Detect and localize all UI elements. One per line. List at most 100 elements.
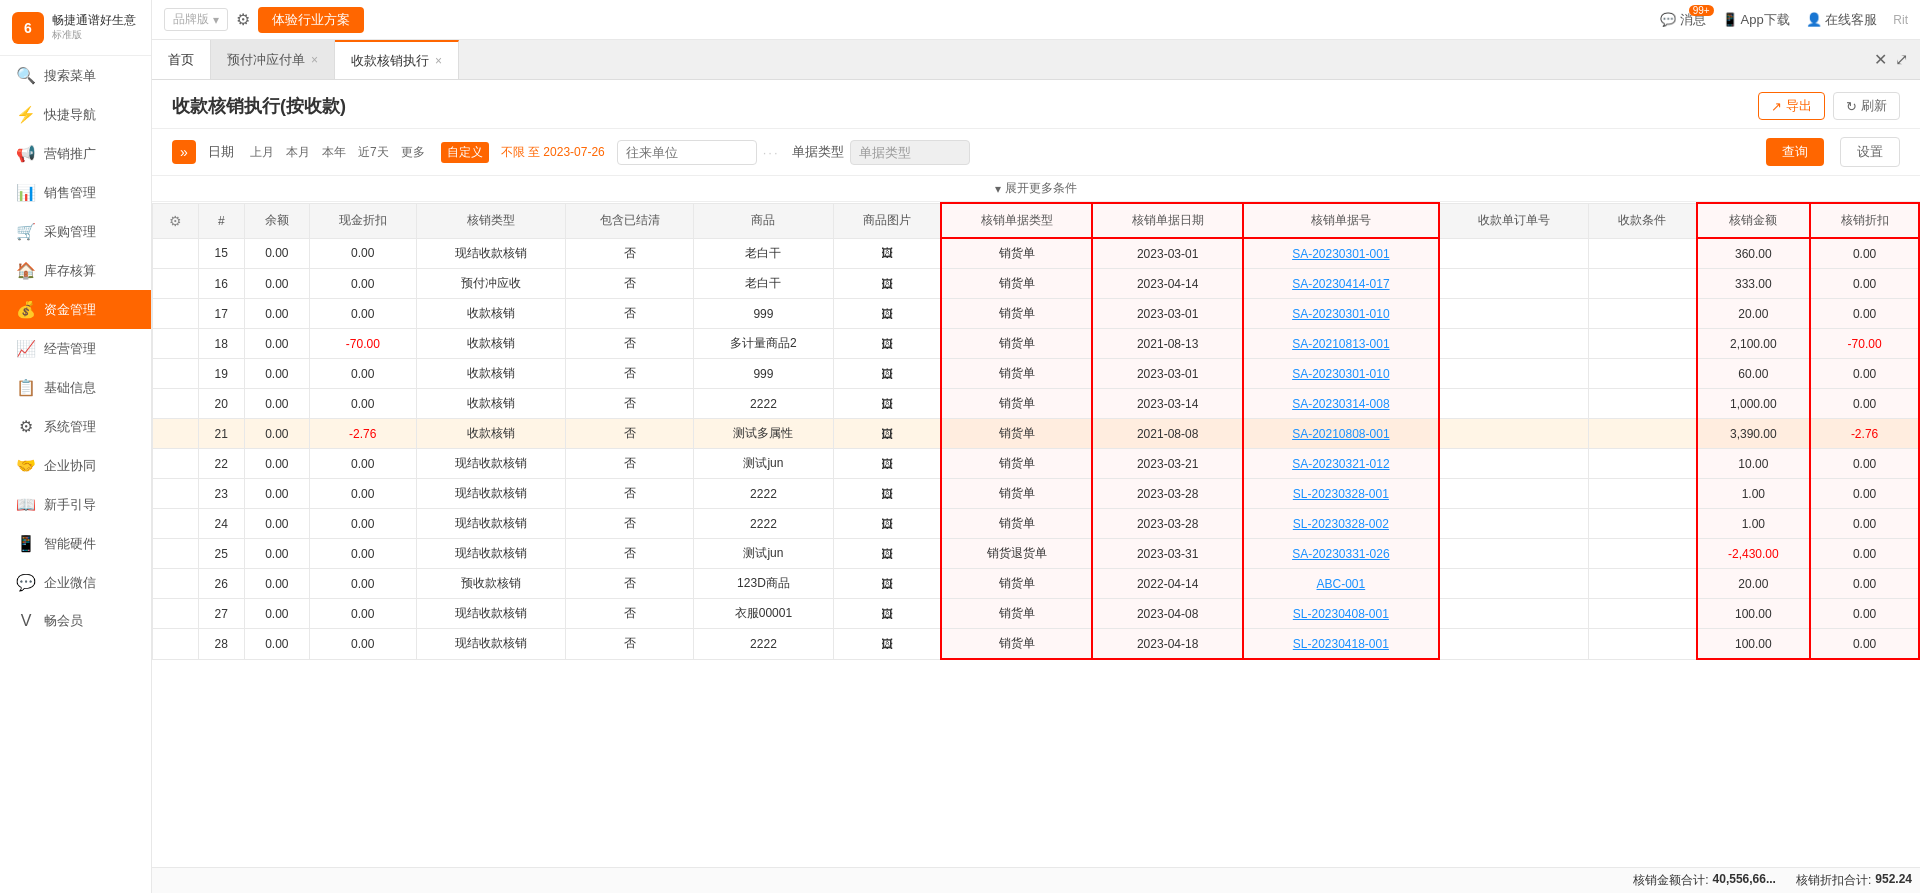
sidebar-item-智能硬件[interactable]: 📱智能硬件	[0, 524, 151, 563]
cell-writeoff-type: 现结收款核销	[416, 479, 565, 509]
cell-amount: 360.00	[1697, 238, 1811, 269]
filter-bar: » 日期 上月本月本年近7天更多 自定义 不限 至 2023-07-26 ···…	[152, 129, 1920, 176]
col-settings[interactable]: ⚙	[153, 203, 199, 238]
cell-discount: 0.00	[1810, 569, 1919, 599]
sidebar-item-营销推广[interactable]: 📢营销推广	[0, 134, 151, 173]
query-button[interactable]: 查询	[1766, 138, 1824, 166]
cell-product: 2222	[694, 479, 834, 509]
tab-prepay[interactable]: 预付冲应付单 ×	[211, 40, 335, 79]
cell-doc-no[interactable]: SL-20230328-001	[1243, 479, 1439, 509]
sidebar-item-库存核算[interactable]: 🏠库存核算	[0, 251, 151, 290]
tab-writeoff[interactable]: 收款核销执行 ×	[335, 40, 459, 79]
solution-button[interactable]: 体验行业方案	[258, 7, 364, 33]
cell-doc-no[interactable]: SA-20230321-012	[1243, 449, 1439, 479]
cell-payment-cond	[1589, 449, 1697, 479]
cell-doc-type: 销货单	[941, 329, 1092, 359]
doctype-select[interactable]: 单据类型	[850, 140, 970, 165]
cell-product: 999	[694, 359, 834, 389]
cell-balance: 0.00	[244, 299, 309, 329]
online-service-link[interactable]: 👤 在线客服	[1806, 11, 1878, 29]
sidebar-item-销售管理[interactable]: 📊销售管理	[0, 173, 151, 212]
cell-payment-cond	[1589, 389, 1697, 419]
cell-amount: 1.00	[1697, 509, 1811, 539]
sidebar-item-企业协同[interactable]: 🤝企业协同	[0, 446, 151, 485]
footer-discount-value: 952.24	[1875, 872, 1912, 889]
cell-discount: 0.00	[1810, 599, 1919, 629]
cell-payment-cond	[1589, 629, 1697, 660]
cell-doc-no[interactable]: ABC-001	[1243, 569, 1439, 599]
date-link-3[interactable]: 近7天	[354, 142, 393, 163]
sidebar-item-经营管理[interactable]: 📈经营管理	[0, 329, 151, 368]
expand-more-button[interactable]: ▾ 展开更多条件	[995, 180, 1077, 197]
cell-cash-discount: 0.00	[309, 359, 416, 389]
sidebar-label-3: 销售管理	[44, 184, 96, 202]
date-link-2[interactable]: 本年	[318, 142, 350, 163]
tab-close-prepay[interactable]: ×	[311, 53, 318, 67]
cell-payment-cond	[1589, 479, 1697, 509]
cell-doc-no[interactable]: SL-20230328-002	[1243, 509, 1439, 539]
tab-home[interactable]: 首页	[152, 40, 211, 79]
cell-id: 18	[198, 329, 244, 359]
cell-doc-no[interactable]: SA-20210813-001	[1243, 329, 1439, 359]
date-link-1[interactable]: 本月	[282, 142, 314, 163]
footer-amount-value: 40,556,66...	[1713, 872, 1776, 889]
cell-doc-no[interactable]: SA-20230414-017	[1243, 269, 1439, 299]
cell-doc-no[interactable]: SL-20230418-001	[1243, 629, 1439, 660]
cell-discount: 0.00	[1810, 299, 1919, 329]
topbar-settings-icon[interactable]: ⚙	[236, 10, 250, 29]
refresh-button[interactable]: ↻ 刷新	[1833, 92, 1900, 120]
cell-include-cleared: 否	[565, 299, 693, 329]
refresh-icon: ↻	[1846, 99, 1857, 114]
col-header-1: 现金折扣	[309, 203, 416, 238]
cell-balance: 0.00	[244, 569, 309, 599]
chevron-down-icon: ▾	[213, 13, 219, 27]
cell-doc-date: 2023-03-01	[1092, 359, 1243, 389]
col-header-8: 核销单据号	[1243, 203, 1439, 238]
cell-doc-no[interactable]: SA-20210808-001	[1243, 419, 1439, 449]
sidebar-item-搜索菜单[interactable]: 🔍搜索菜单	[0, 56, 151, 95]
sidebar-icon-2: 📢	[16, 144, 36, 163]
cell-payment-cond	[1589, 238, 1697, 269]
cell-payment-cond	[1589, 539, 1697, 569]
table-row: 200.000.00收款核销否2222🖼销货单2023-03-14SA-2023…	[153, 389, 1920, 419]
cell-discount: 0.00	[1810, 539, 1919, 569]
cell-doc-type: 销货单	[941, 629, 1092, 660]
col-header-0: 余额	[244, 203, 309, 238]
sidebar-item-企业微信[interactable]: 💬企业微信	[0, 563, 151, 602]
custom-date-link[interactable]: 自定义	[441, 142, 489, 163]
sidebar-label-12: 智能硬件	[44, 535, 96, 553]
partner-input[interactable]	[617, 140, 757, 165]
cell-amount: 20.00	[1697, 569, 1811, 599]
sidebar-item-快捷导航[interactable]: ⚡快捷导航	[0, 95, 151, 134]
cell-doc-no[interactable]: SA-20230301-010	[1243, 299, 1439, 329]
cell-rownum	[153, 299, 199, 329]
export-button[interactable]: ↗ 导出	[1758, 92, 1825, 120]
sidebar-item-系统管理[interactable]: ⚙系统管理	[0, 407, 151, 446]
tab-close-writeoff[interactable]: ×	[435, 54, 442, 68]
filter-settings-button[interactable]: 设置	[1840, 137, 1900, 167]
date-link-0[interactable]: 上月	[246, 142, 278, 163]
cell-doc-type: 销货单	[941, 389, 1092, 419]
brand-label: 品牌版	[173, 11, 209, 28]
footer-amount-item: 核销金额合计: 40,556,66...	[1633, 872, 1776, 889]
message-button[interactable]: 💬 消息 99+	[1660, 11, 1706, 29]
cell-balance: 0.00	[244, 479, 309, 509]
sidebar-item-新手引导[interactable]: 📖新手引导	[0, 485, 151, 524]
cell-doc-no[interactable]: SA-20230301-010	[1243, 359, 1439, 389]
sidebar-item-基础信息[interactable]: 📋基础信息	[0, 368, 151, 407]
partner-filter-group: ···	[617, 140, 780, 165]
sidebar-item-采购管理[interactable]: 🛒采购管理	[0, 212, 151, 251]
cell-doc-no[interactable]: SL-20230408-001	[1243, 599, 1439, 629]
cell-doc-no[interactable]: SA-20230331-026	[1243, 539, 1439, 569]
close-tab-icon[interactable]: ✕	[1874, 50, 1887, 69]
doctype-filter-group: 单据类型 单据类型	[792, 140, 970, 165]
maximize-icon[interactable]: ⤢	[1895, 50, 1908, 69]
filter-toggle-button[interactable]: »	[172, 140, 196, 164]
app-download-link[interactable]: 📱 App下载	[1722, 11, 1790, 29]
date-link-4[interactable]: 更多	[397, 142, 429, 163]
sidebar-item-资金管理[interactable]: 💰资金管理	[0, 290, 151, 329]
sidebar-item-畅会员[interactable]: V畅会员	[0, 602, 151, 640]
cell-doc-no[interactable]: SA-20230301-001	[1243, 238, 1439, 269]
cell-doc-no[interactable]: SA-20230314-008	[1243, 389, 1439, 419]
table-row: 240.000.00现结收款核销否2222🖼销货单2023-03-28SL-20…	[153, 509, 1920, 539]
